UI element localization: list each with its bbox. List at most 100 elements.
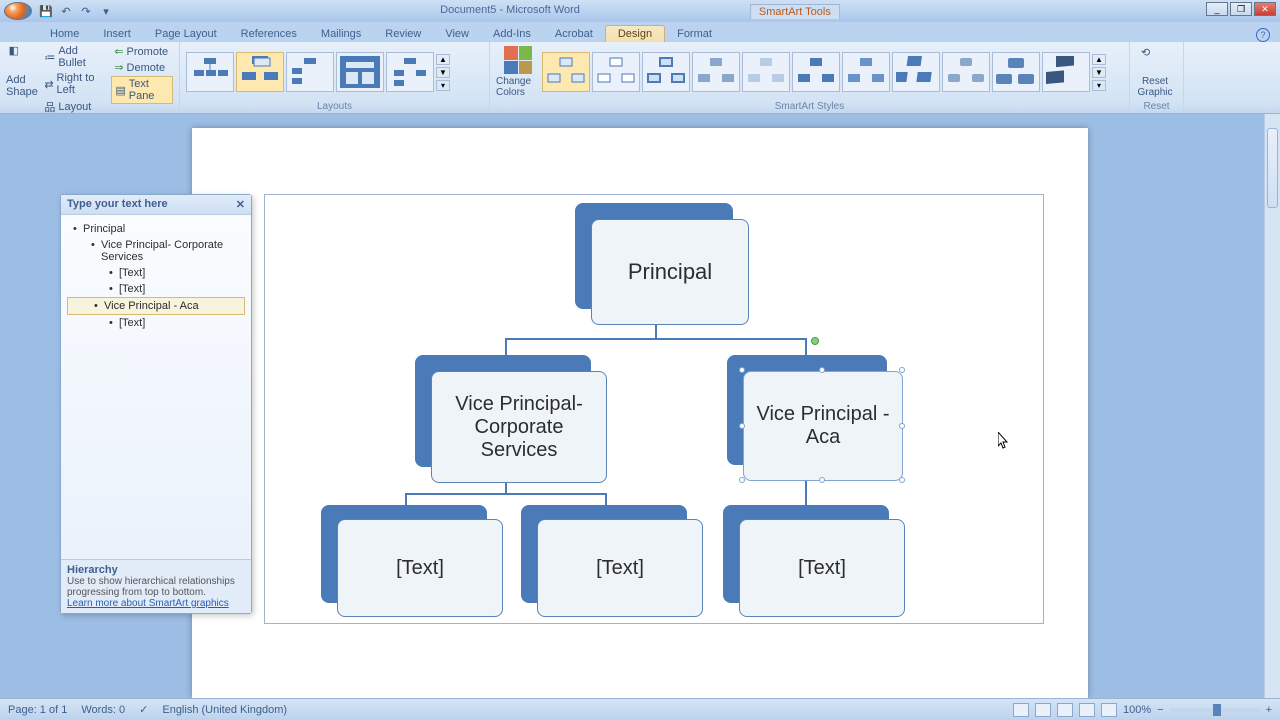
connector	[405, 493, 607, 495]
layouts-more-icon[interactable]: ▾	[436, 80, 450, 91]
layout-option-1[interactable]	[186, 52, 234, 92]
style-option-8[interactable]	[892, 52, 940, 92]
add-shape-icon: ◧	[9, 44, 37, 72]
layout-option-4[interactable]	[336, 52, 384, 92]
layout-option-5[interactable]	[386, 52, 434, 92]
list-item[interactable]: [Text]	[65, 281, 247, 297]
close-button[interactable]: ✕	[1254, 2, 1276, 16]
resize-handle[interactable]	[819, 477, 825, 483]
zoom-out-button[interactable]: −	[1157, 704, 1163, 716]
change-colors-button[interactable]: Change Colors	[496, 46, 540, 98]
tab-references[interactable]: References	[229, 26, 309, 42]
scrollbar-thumb[interactable]	[1267, 128, 1278, 208]
style-option-9[interactable]	[942, 52, 990, 92]
status-language[interactable]: English (United Kingdom)	[162, 704, 287, 716]
view-print-layout-button[interactable]	[1013, 703, 1029, 717]
add-bullet-button[interactable]: ≔Add Bullet	[41, 44, 109, 70]
list-item[interactable]: [Text]	[65, 315, 247, 331]
style-option-4[interactable]	[692, 52, 740, 92]
tab-format[interactable]: Format	[665, 26, 724, 42]
node-leaf-2[interactable]: [Text]	[521, 505, 701, 615]
save-icon[interactable]: 💾	[38, 3, 54, 19]
tab-page-layout[interactable]: Page Layout	[143, 26, 229, 42]
proofing-icon[interactable]: ✓	[139, 703, 148, 716]
zoom-slider[interactable]	[1170, 708, 1260, 712]
help-icon[interactable]: ?	[1256, 28, 1270, 42]
list-item[interactable]: Vice Principal - Aca	[67, 297, 245, 315]
style-option-3[interactable]	[642, 52, 690, 92]
view-web-layout-button[interactable]	[1057, 703, 1073, 717]
zoom-level[interactable]: 100%	[1123, 704, 1151, 716]
smartart-tools-label: SmartArt Tools	[750, 4, 840, 19]
layout-option-2[interactable]	[236, 52, 284, 92]
undo-icon[interactable]: ↶	[58, 3, 74, 19]
office-button[interactable]	[4, 2, 32, 20]
tab-review[interactable]: Review	[373, 26, 433, 42]
resize-handle[interactable]	[899, 477, 905, 483]
ribbon: ◧ Add Shape ≔Add Bullet ⇄Right to Left 品…	[0, 42, 1280, 114]
node-leaf-3[interactable]: [Text]	[723, 505, 903, 615]
style-option-6[interactable]	[792, 52, 840, 92]
list-item[interactable]: [Text]	[65, 265, 247, 281]
tab-view[interactable]: View	[433, 26, 481, 42]
demote-button[interactable]: ⇒Demote	[111, 60, 173, 75]
zoom-in-button[interactable]: +	[1266, 704, 1272, 716]
zoom-slider-thumb[interactable]	[1213, 704, 1221, 716]
node-vp-corporate[interactable]: Vice Principal- Corporate Services	[415, 355, 605, 479]
minimize-button[interactable]: _	[1206, 2, 1228, 16]
tab-insert[interactable]: Insert	[91, 26, 143, 42]
style-option-11[interactable]	[1042, 52, 1090, 92]
tab-mailings[interactable]: Mailings	[309, 26, 373, 42]
layout-option-3[interactable]	[286, 52, 334, 92]
style-option-7[interactable]	[842, 52, 890, 92]
maximize-button[interactable]: ❐	[1230, 2, 1252, 16]
status-words[interactable]: Words: 0	[81, 704, 125, 716]
reset-icon: ⟲	[1141, 46, 1169, 74]
qat-customize-icon[interactable]: ▾	[98, 3, 114, 19]
style-option-2[interactable]	[592, 52, 640, 92]
style-option-10[interactable]	[992, 52, 1040, 92]
promote-button[interactable]: ⇐Promote	[111, 44, 173, 59]
smartart-text-pane[interactable]: Type your text here ✕ Principal Vice Pri…	[60, 194, 252, 614]
resize-handle[interactable]	[899, 367, 905, 373]
reset-graphic-button[interactable]: ⟲ Reset Graphic	[1136, 46, 1174, 98]
list-item[interactable]: Vice Principal- Corporate Services	[65, 237, 247, 265]
node-vp-aca[interactable]: Vice Principal - Aca	[727, 355, 903, 479]
text-pane-body[interactable]: Principal Vice Principal- Corporate Serv…	[61, 215, 251, 337]
tab-add-ins[interactable]: Add-Ins	[481, 26, 543, 42]
resize-handle[interactable]	[819, 367, 825, 373]
rotate-handle[interactable]	[811, 337, 819, 345]
learn-more-link[interactable]: Learn more about SmartArt graphics	[67, 598, 245, 609]
node-principal[interactable]: Principal	[575, 203, 747, 321]
layouts-scroll-up-icon[interactable]: ▲	[436, 54, 450, 65]
status-page[interactable]: Page: 1 of 1	[8, 704, 67, 716]
text-pane-button[interactable]: ▤Text Pane	[111, 76, 173, 104]
style-option-5[interactable]	[742, 52, 790, 92]
view-full-screen-button[interactable]	[1035, 703, 1051, 717]
tab-design[interactable]: Design	[605, 25, 665, 42]
tab-home[interactable]: Home	[38, 26, 91, 42]
list-item[interactable]: Principal	[65, 221, 247, 237]
tab-acrobat[interactable]: Acrobat	[543, 26, 605, 42]
resize-handle[interactable]	[739, 367, 745, 373]
styles-scroll-up-icon[interactable]: ▲	[1092, 54, 1106, 65]
quick-access-toolbar: 💾 ↶ ↷ ▾	[38, 3, 114, 19]
document-title: Document5 - Microsoft Word	[440, 4, 580, 19]
add-shape-button[interactable]: ◧ Add Shape	[6, 44, 39, 98]
text-pane-close-icon[interactable]: ✕	[236, 198, 245, 211]
styles-scroll-down-icon[interactable]: ▼	[1092, 67, 1106, 78]
resize-handle[interactable]	[739, 477, 745, 483]
node-leaf-1[interactable]: [Text]	[321, 505, 501, 615]
styles-more-icon[interactable]: ▾	[1092, 80, 1106, 91]
right-to-left-button[interactable]: ⇄Right to Left	[41, 71, 109, 97]
redo-icon[interactable]: ↷	[78, 3, 94, 19]
layouts-scroll-down-icon[interactable]: ▼	[436, 67, 450, 78]
smartart-canvas[interactable]: Principal Vice Principal- Corporate Serv…	[264, 194, 1044, 624]
view-draft-button[interactable]	[1101, 703, 1117, 717]
resize-handle[interactable]	[899, 423, 905, 429]
style-option-1[interactable]	[542, 52, 590, 92]
resize-handle[interactable]	[739, 423, 745, 429]
title-bar: 💾 ↶ ↷ ▾ Document5 - Microsoft Word Smart…	[0, 0, 1280, 22]
view-outline-button[interactable]	[1079, 703, 1095, 717]
vertical-scrollbar[interactable]	[1264, 114, 1280, 698]
